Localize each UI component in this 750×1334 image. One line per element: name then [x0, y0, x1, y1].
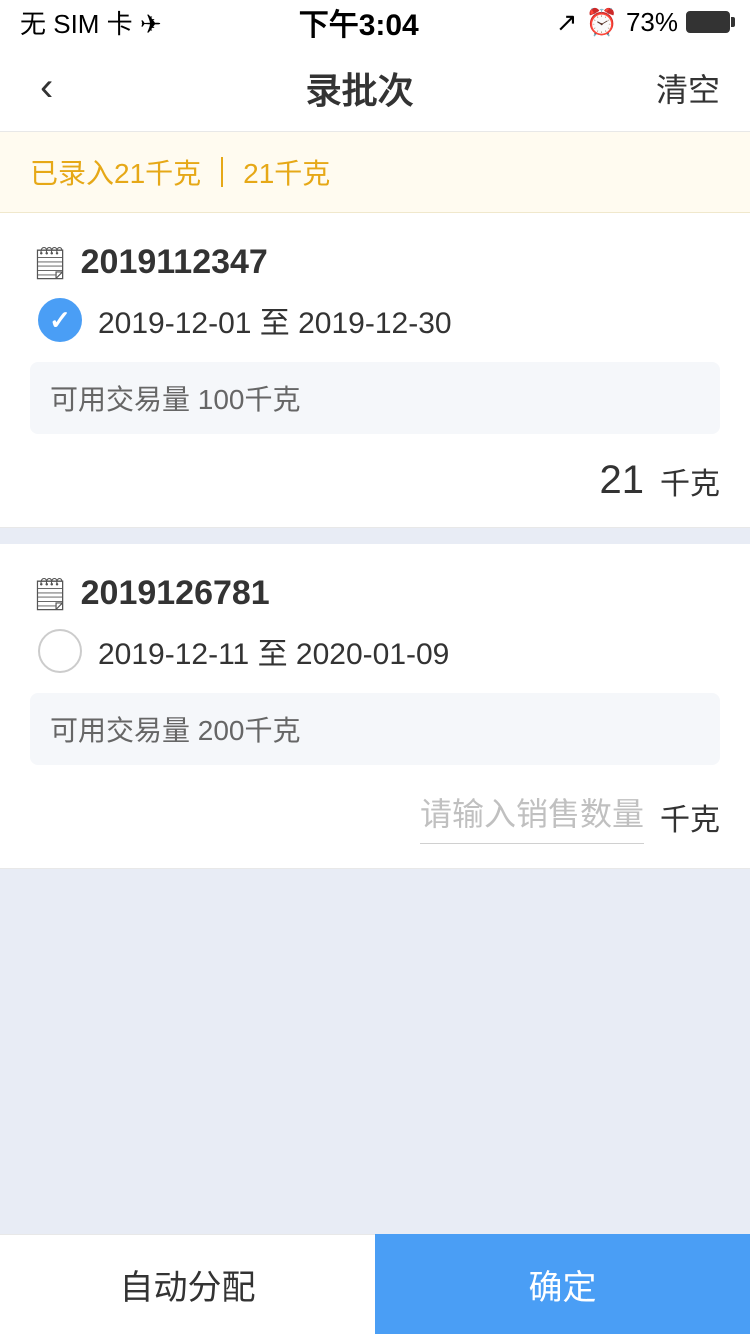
page-title: 录批次	[306, 62, 414, 114]
status-left: 无 SIM 卡 ✈	[20, 4, 162, 41]
batch-2-radio[interactable]	[38, 629, 82, 673]
batch-1-qty-row: 21 千克	[0, 434, 750, 528]
section-separator	[0, 528, 750, 544]
alarm-icon: ⏰	[586, 7, 618, 38]
status-bar: 无 SIM 卡 ✈ 下午3:04 ↗ ⏰ 73%	[0, 0, 750, 44]
batch-item-2: 🗒 2019126781 2019-12-11 至 2020-01-09 可用交…	[0, 544, 750, 765]
recorded-label: 已录入21千克	[30, 152, 201, 192]
clear-button[interactable]: 清空	[656, 65, 720, 111]
batch-2-qty-unit: 千克	[660, 795, 720, 839]
batch-2-qty-row[interactable]: 请输入销售数量 千克	[0, 765, 750, 869]
back-button[interactable]: ‹	[30, 55, 63, 120]
location-icon: ↗	[556, 7, 578, 38]
batch-2-id: 2019126781	[81, 574, 270, 613]
batch-item-1: 🗒 2019112347 2019-12-01 至 2019-12-30 可用交…	[0, 213, 750, 434]
batch-1-id: 2019112347	[81, 243, 268, 282]
confirm-button[interactable]: 确定	[375, 1234, 750, 1334]
batch-2-date: 2019-12-11 至 2020-01-09	[98, 629, 449, 673]
batch-2-qty-inner[interactable]: 请输入销售数量	[420, 789, 644, 844]
batch-1-date: 2019-12-01 至 2019-12-30	[98, 298, 452, 342]
batch-2-icon: 🗒	[30, 575, 71, 613]
sim-status: 无 SIM 卡 ✈	[20, 4, 162, 41]
batch-1-header: 🗒 2019112347	[30, 243, 720, 282]
batch-1-radio[interactable]	[38, 298, 82, 342]
batch-2-header: 🗒 2019126781	[30, 574, 720, 613]
info-banner: 已录入21千克 21千克	[0, 132, 750, 213]
recorded-value: 21千克	[243, 152, 330, 192]
battery-percent: 73%	[626, 7, 678, 38]
batch-1-date-row[interactable]: 2019-12-01 至 2019-12-30	[30, 298, 720, 342]
auto-distribute-button[interactable]: 自动分配	[0, 1234, 375, 1334]
nav-bar: ‹ 录批次 清空	[0, 44, 750, 132]
battery-icon	[686, 11, 730, 33]
batch-1-qty-value: 21	[600, 458, 645, 503]
batch-2-available-qty: 可用交易量 200千克	[30, 693, 720, 765]
info-divider	[221, 157, 223, 187]
batch-1-available-qty: 可用交易量 100千克	[30, 362, 720, 434]
batch-2-date-row[interactable]: 2019-12-11 至 2020-01-09	[30, 629, 720, 673]
batch-2-qty-placeholder: 请输入销售数量	[420, 789, 644, 835]
batch-1-qty-unit: 千克	[660, 459, 720, 503]
status-right: ↗ ⏰ 73%	[556, 7, 730, 38]
batch-1-qty-wrapper: 21	[600, 458, 645, 503]
bottom-bar: 自动分配 确定	[0, 1234, 750, 1334]
status-time: 下午3:04	[299, 0, 419, 44]
batch-1-icon: 🗒	[30, 244, 71, 282]
